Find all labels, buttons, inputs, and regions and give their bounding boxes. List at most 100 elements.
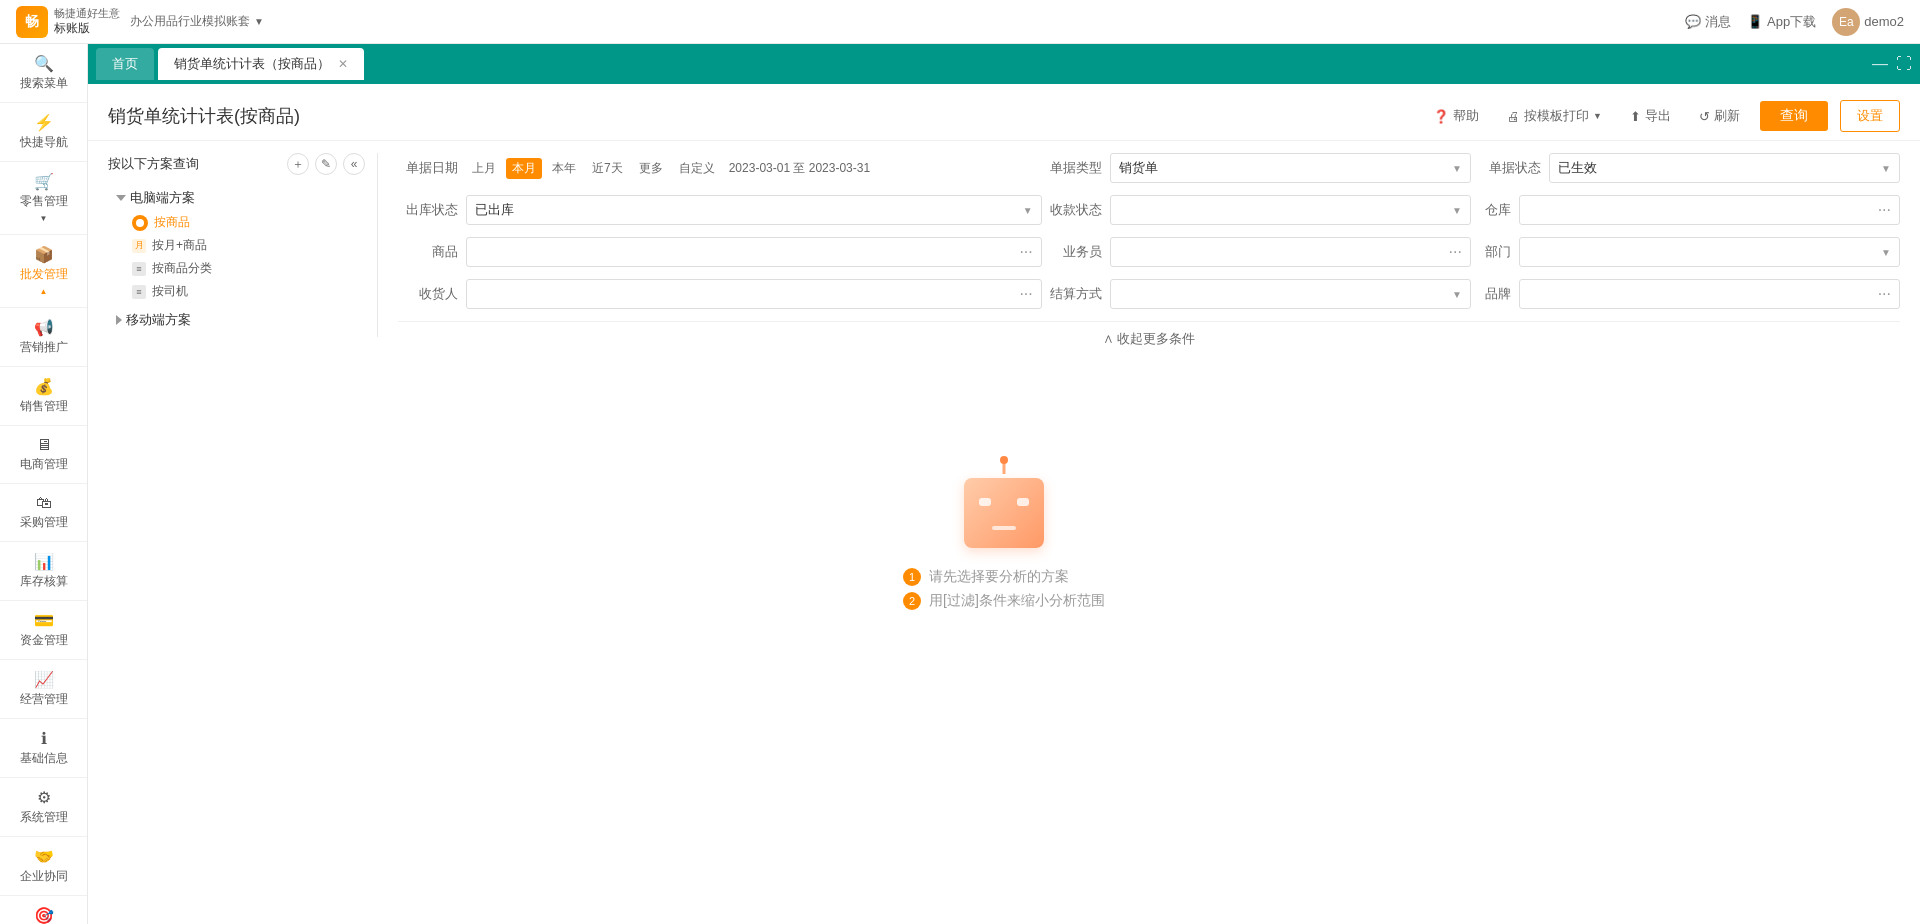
sidebar-item-beginner-guide[interactable]: 🎯 新手引导 <box>0 896 87 924</box>
sidebar-item-search[interactable]: 🔍 搜索菜单 <box>0 44 87 103</box>
chevron-down-icon: ▼ <box>40 214 48 223</box>
chevron-up-icon: ▲ <box>40 287 48 296</box>
tab-bar: 首页 销货单统计计表（按商品） ✕ — ⛶ <box>88 44 1920 84</box>
tab-maximize-icon[interactable]: ⛶ <box>1896 55 1912 73</box>
user-label: demo2 <box>1864 14 1904 29</box>
sidebar-item-operation[interactable]: 📈 经营管理 <box>0 660 87 719</box>
scheme-item-by-category[interactable]: ≡ 按商品分类 <box>132 257 365 280</box>
filter-salesman-field: 业务员 ··· <box>1042 237 1471 267</box>
logo-area: 畅 畅捷通好生意 标账版 <box>16 6 120 38</box>
out-status-control[interactable]: 已出库 ▼ <box>466 195 1042 225</box>
filter-scheme-actions: ＋ ✎ « <box>287 153 365 175</box>
filter-row-1: 单据日期 上月 本月 本年 近7天 更多 自定义 2023-03-01 至 20… <box>398 153 1900 183</box>
scheme-group-mobile-header[interactable]: 移动端方案 <box>116 307 365 333</box>
warehouse-control[interactable]: ··· <box>1519 195 1900 225</box>
page-header: 销货单统计计表(按商品) ❓ 帮助 🖨 按模板打印 ▼ ⬆ 导出 <box>88 84 1920 141</box>
payment-status-label: 收款状态 <box>1042 201 1102 219</box>
doc-type-control[interactable]: 销货单 ▼ <box>1110 153 1471 183</box>
sidebar-item-marketing[interactable]: 📢 营销推广 <box>0 308 87 367</box>
tab-close-icon[interactable]: ✕ <box>338 57 348 71</box>
filter-warehouse-field: 仓库 ··· <box>1471 195 1900 225</box>
sidebar-item-label: 批发管理 <box>4 266 83 283</box>
empty-illustration <box>944 428 1064 548</box>
goods-control[interactable]: ··· <box>466 237 1042 267</box>
payment-status-control[interactable]: ▼ <box>1110 195 1471 225</box>
desktop-group-label: 电脑端方案 <box>130 189 195 207</box>
date-label: 单据日期 <box>398 159 458 177</box>
message-button[interactable]: 💬 消息 <box>1685 13 1731 31</box>
sidebar-item-purchase[interactable]: 🛍 采购管理 <box>0 484 87 542</box>
refresh-button[interactable]: ↺ 刷新 <box>1691 103 1748 129</box>
sidebar-item-label: 销售管理 <box>4 398 83 415</box>
out-status-dropdown-icon: ▼ <box>1023 205 1033 216</box>
month-goods-icon: 月 <box>132 239 146 253</box>
tab-sales-stats[interactable]: 销货单统计计表（按商品） ✕ <box>158 48 364 80</box>
category-icon: ≡ <box>132 262 146 276</box>
date-this-year-btn[interactable]: 本年 <box>546 158 582 179</box>
settlement-label: 结算方式 <box>1042 285 1102 303</box>
sidebar-item-wholesale[interactable]: 📦 批发管理 ▲ <box>0 235 87 308</box>
settlement-dropdown-icon: ▼ <box>1452 289 1462 300</box>
export-button[interactable]: ⬆ 导出 <box>1622 103 1679 129</box>
salesman-label: 业务员 <box>1042 243 1102 261</box>
sidebar-item-ecommerce[interactable]: 🖥 电商管理 <box>0 426 87 484</box>
dept-control[interactable]: ▼ <box>1519 237 1900 267</box>
sidebar-item-label: 零售管理 <box>4 193 83 210</box>
scheme-item-by-driver[interactable]: ≡ 按司机 <box>132 280 365 303</box>
logo-icon: 畅 <box>16 6 48 38</box>
date-last-7days-btn[interactable]: 近7天 <box>586 158 629 179</box>
date-custom-btn[interactable]: 自定义 <box>673 158 721 179</box>
scheme-group-desktop-header[interactable]: 电脑端方案 <box>116 185 365 211</box>
goods-dots-icon: ··· <box>1019 243 1032 261</box>
scheme-item-by-month-goods[interactable]: 月 按月+商品 <box>132 234 365 257</box>
doc-status-control[interactable]: 已生效 ▼ <box>1549 153 1900 183</box>
user-area[interactable]: Ea demo2 <box>1832 8 1904 36</box>
tip-text-1: 请先选择要分析的方案 <box>929 568 1069 586</box>
user-initial: Ea <box>1839 15 1854 29</box>
brand-control[interactable]: ··· <box>1519 279 1900 309</box>
sidebar-item-enterprise-collab[interactable]: 🤝 企业协同 <box>0 837 87 896</box>
settlement-control[interactable]: ▼ <box>1110 279 1471 309</box>
date-last-month-btn[interactable]: 上月 <box>466 158 502 179</box>
purchase-icon: 🛍 <box>4 494 83 512</box>
sidebar-item-inventory[interactable]: 📊 库存核算 <box>0 542 87 601</box>
driver-icon: ≡ <box>132 285 146 299</box>
collapse-filter-button[interactable]: ∧ 收起更多条件 <box>398 321 1900 356</box>
filter-row-2: 出库状态 已出库 ▼ 收款状态 ▼ <box>398 195 1900 225</box>
scheme-item-by-goods[interactable]: 按商品 <box>132 211 365 234</box>
add-scheme-button[interactable]: ＋ <box>287 153 309 175</box>
ecommerce-icon: 🖥 <box>4 436 83 454</box>
edit-scheme-button[interactable]: ✎ <box>315 153 337 175</box>
query-button[interactable]: 查询 <box>1760 101 1828 131</box>
app-download-button[interactable]: 📱 App下载 <box>1747 13 1816 31</box>
settings-button[interactable]: 设置 <box>1840 100 1900 132</box>
sidebar-item-finance[interactable]: 💳 资金管理 <box>0 601 87 660</box>
salesman-control[interactable]: ··· <box>1110 237 1471 267</box>
tip-text-2: 用[过滤]条件来缩小分析范围 <box>929 592 1105 610</box>
template-print-button[interactable]: 🖨 按模板打印 ▼ <box>1499 103 1610 129</box>
tab-minimize-icon[interactable]: — <box>1872 55 1888 73</box>
tab-home[interactable]: 首页 <box>96 48 154 80</box>
sidebar-item-basic-info[interactable]: ℹ 基础信息 <box>0 719 87 778</box>
help-button[interactable]: ❓ 帮助 <box>1425 103 1487 129</box>
receiver-control[interactable]: ··· <box>466 279 1042 309</box>
sidebar-item-label: 企业协同 <box>4 868 83 885</box>
top-bar-right: 💬 消息 📱 App下载 Ea demo2 <box>1685 8 1904 36</box>
page-title: 销货单统计计表(按商品) <box>108 104 300 128</box>
filter-scheme-label: 按以下方案查询 <box>108 155 199 173</box>
out-status-label: 出库状态 <box>398 201 458 219</box>
date-more-btn[interactable]: 更多 <box>633 158 669 179</box>
sidebar-item-system[interactable]: ⚙ 系统管理 <box>0 778 87 837</box>
sidebar-item-sales[interactable]: 💰 销售管理 <box>0 367 87 426</box>
sidebar-item-retail[interactable]: 🛒 零售管理 ▼ <box>0 162 87 235</box>
refresh-icon: ↺ <box>1699 109 1710 124</box>
export-icon: ⬆ <box>1630 109 1641 124</box>
collapse-scheme-button[interactable]: « <box>343 153 365 175</box>
sidebar-item-quick-nav[interactable]: ⚡ 快捷导航 <box>0 103 87 162</box>
sidebar-item-label: 快捷导航 <box>4 134 83 151</box>
doc-status-label: 单据状态 <box>1471 159 1541 177</box>
date-this-month-btn[interactable]: 本月 <box>506 158 542 179</box>
empty-state: 1 请先选择要分析的方案 2 用[过滤]条件来缩小分析范围 <box>88 368 1920 676</box>
mobile-group-label: 移动端方案 <box>126 311 191 329</box>
help-icon: ❓ <box>1433 109 1449 124</box>
